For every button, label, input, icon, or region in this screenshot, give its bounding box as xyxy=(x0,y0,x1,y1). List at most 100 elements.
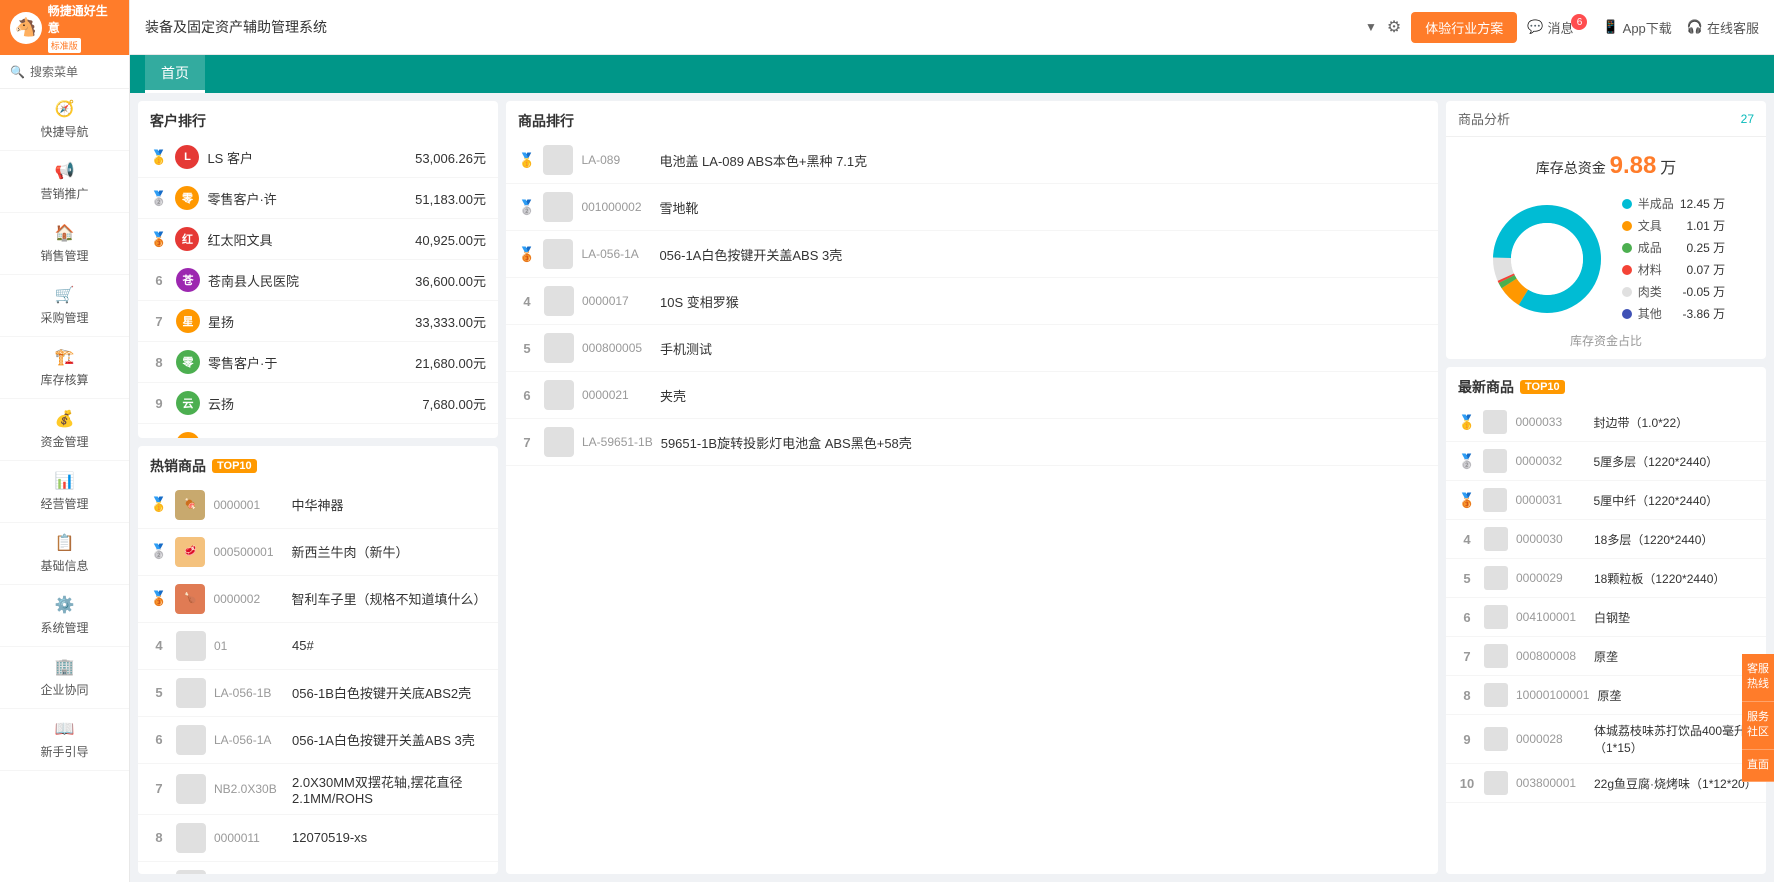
hot-medal-silver: 🥈 xyxy=(150,543,167,560)
app-download-action[interactable]: 📱 App下载 xyxy=(1602,18,1671,37)
prod-medal-bronze: 🥉 xyxy=(518,246,535,263)
hot-product-1[interactable]: 🥇 🍖 0000001 中华神器 xyxy=(138,482,498,529)
new-product-3[interactable]: 🥉 0000031 5厘中纤（1220*2440） xyxy=(1446,481,1766,520)
customer-name-1: LS 客户 xyxy=(207,148,407,167)
sidebar-item-quick-nav[interactable]: 🧭 快捷导航 xyxy=(0,89,129,151)
dropdown-icon[interactable]: ▼ xyxy=(1365,20,1377,34)
product-rank-6[interactable]: 6 0000021 夹壳 xyxy=(506,372,1438,419)
cs-direct[interactable]: 直面 xyxy=(1742,750,1774,782)
product-rank-5[interactable]: 5 000800005 手机测试 xyxy=(506,325,1438,372)
customer-rank-2[interactable]: 🥈 零 零售客户·许 51,183.00元 xyxy=(138,178,498,219)
sidebar-item-inventory[interactable]: 🏗️ 库存核算 xyxy=(0,337,129,399)
sidebar-item-marketing[interactable]: 📢 营销推广 xyxy=(0,151,129,213)
sidebar-item-guide[interactable]: 📖 新手引导 xyxy=(0,709,129,771)
hot-product-code-4: 01 xyxy=(214,639,284,653)
new-product-8[interactable]: 8 10000100001 原垄 xyxy=(1446,676,1766,715)
system-icon: ⚙️ xyxy=(55,595,75,615)
quick-nav-icon: 🧭 xyxy=(55,99,75,119)
prod-name-5: 手机测试 xyxy=(660,339,1426,358)
hot-product-code-1: 0000001 xyxy=(213,498,283,512)
sidebar-item-system[interactable]: ⚙️ 系统管理 xyxy=(0,585,129,647)
prod-name-7: 59651-1B旋转投影灯电池盒 ABS黑色+58壳 xyxy=(661,433,1426,452)
logo-text: 畅捷通好生意 标准版 xyxy=(48,2,119,53)
customer-rank-5[interactable]: 7 星 星扬 33,333.00元 xyxy=(138,301,498,342)
new-product-2[interactable]: 🥈 0000032 5厘多层（1220*2440） xyxy=(1446,442,1766,481)
sidebar-item-corp[interactable]: 🏢 企业协同 xyxy=(0,647,129,709)
legend-dot-2 xyxy=(1622,221,1632,231)
new-product-4[interactable]: 4 0000030 18多层（1220*2440） xyxy=(1446,520,1766,559)
legend-value-3: 0.25 万 xyxy=(1686,239,1725,256)
customer-avatar-7: 云 xyxy=(176,391,200,415)
hot-product-3[interactable]: 🥉 🍗 0000002 智利车子里（规格不知道填什么） xyxy=(138,576,498,623)
new-product-1[interactable]: 🥇 0000033 封边带（1.0*22） xyxy=(1446,403,1766,442)
rank-num-5: 7 xyxy=(150,314,168,329)
hot-rank-5: 5 xyxy=(150,685,168,700)
new-product-10[interactable]: 10 003800001 22g鱼豆腐·烧烤味（1*12*20） xyxy=(1446,764,1766,803)
product-rank-2[interactable]: 🥈 001000002 雪地靴 xyxy=(506,184,1438,231)
headset-icon: 🎧 xyxy=(1687,19,1703,35)
prod-code-4: 0000017 xyxy=(582,294,652,308)
new-product-9[interactable]: 9 0000028 体城荔枝味苏打饮品400毫升（1*15） xyxy=(1446,715,1766,764)
prod-img-6 xyxy=(544,380,574,410)
corp-icon: 🏢 xyxy=(55,657,75,677)
hot-product-8[interactable]: 8 0000011 12070519-xs xyxy=(138,815,498,862)
hot-product-7[interactable]: 7 NB2.0X30B 2.0X30MM双摆花轴,摆花直径2.1MM/ROHS xyxy=(138,764,498,815)
product-rank-1[interactable]: 🥇 LA-089 电池盖 LA-089 ABS本色+黑种 7.1克 xyxy=(506,137,1438,184)
legend-value-4: 0.07 万 xyxy=(1686,261,1725,278)
product-rank-3[interactable]: 🥉 LA-056-1A 056-1A白色按键开关盖ABS 3壳 xyxy=(506,231,1438,278)
new-prod-code-8: 10000100001 xyxy=(1516,688,1589,702)
new-prod-code-4: 0000030 xyxy=(1516,532,1586,546)
settings-icon[interactable]: ⚙ xyxy=(1387,17,1401,37)
product-rank-7[interactable]: 7 LA-59651-1B 59651-1B旋转投影灯电池盒 ABS黑色+58壳 xyxy=(506,419,1438,466)
prod-medal-gold: 🥇 xyxy=(518,152,535,169)
hot-product-img-9 xyxy=(176,870,206,874)
hot-product-code-3: 0000002 xyxy=(213,592,283,606)
tab-home[interactable]: 首页 xyxy=(145,55,205,93)
donut-chart xyxy=(1487,199,1607,319)
hot-product-9[interactable]: 9 KK-SD22110H 花语萌恒温分罐罐袋（厚款） xyxy=(138,862,498,874)
cs-hotline[interactable]: 客服热线 xyxy=(1742,654,1774,702)
sidebar-item-operation[interactable]: 📊 经营管理 xyxy=(0,461,129,523)
hot-product-code-8: 0000011 xyxy=(214,831,284,845)
inventory-link[interactable]: 27 xyxy=(1741,112,1754,126)
new-prod-name-7: 原垄 xyxy=(1594,648,1754,665)
customer-avatar-4: 苍 xyxy=(176,268,200,292)
hot-product-2[interactable]: 🥈 🥩 000500001 新西兰牛肉（新牛） xyxy=(138,529,498,576)
new-medal-silver: 🥈 xyxy=(1458,453,1475,470)
messages-action[interactable]: 💬 消息 6 xyxy=(1527,18,1587,37)
hot-product-6[interactable]: 6 LA-056-1A 056-1A白色按键开关盖ABS 3壳 xyxy=(138,717,498,764)
trial-button[interactable]: 体验行业方案 xyxy=(1411,12,1517,43)
search-menu-button[interactable]: 🔍 搜索菜单 xyxy=(10,63,119,80)
new-prod-code-6: 004100001 xyxy=(1516,610,1586,624)
sidebar-search[interactable]: 🔍 搜索菜单 xyxy=(0,55,129,89)
medal-gold: 🥇 xyxy=(150,149,167,166)
customer-rank-8[interactable]: 10 肖 肖总 7,563.00元 xyxy=(138,424,498,438)
cs-community[interactable]: 服务社区 xyxy=(1742,702,1774,750)
customer-rank-7[interactable]: 9 云 云扬 7,680.00元 xyxy=(138,383,498,424)
legend-value-6: -3.86 万 xyxy=(1683,305,1726,322)
customer-rank-3[interactable]: 🥉 红 红太阳文具 40,925.00元 xyxy=(138,219,498,260)
hot-product-name-8: 12070519-xs xyxy=(292,830,486,845)
hot-product-4[interactable]: 4 01 45# xyxy=(138,623,498,670)
customer-rank-6[interactable]: 8 零 零售客户·于 21,680.00元 xyxy=(138,342,498,383)
product-rank-4[interactable]: 4 0000017 10S 变相罗猴 xyxy=(506,278,1438,325)
hot-product-5[interactable]: 5 LA-056-1B 056-1B白色按键开关底ABS2壳 xyxy=(138,670,498,717)
sidebar-item-purchase[interactable]: 🛒 采购管理 xyxy=(0,275,129,337)
new-product-6[interactable]: 6 004100001 白钢垫 xyxy=(1446,598,1766,637)
customer-name-3: 红太阳文具 xyxy=(207,230,407,249)
new-prod-img-5 xyxy=(1484,566,1508,590)
sidebar-item-sales[interactable]: 🏠 销售管理 xyxy=(0,213,129,275)
customer-name-8: 肖总 xyxy=(208,435,414,438)
new-product-7[interactable]: 7 000800008 原垄 xyxy=(1446,637,1766,676)
customer-rank-4[interactable]: 6 苍 苍南县人民医院 36,600.00元 xyxy=(138,260,498,301)
hot-rank-4: 4 xyxy=(150,638,168,653)
online-service-action[interactable]: 🎧 在线客服 xyxy=(1687,18,1759,37)
customer-amount-5: 33,333.00元 xyxy=(415,312,486,331)
new-prod-img-8 xyxy=(1484,683,1508,707)
sidebar-item-basic-info[interactable]: 📋 基础信息 xyxy=(0,523,129,585)
new-product-5[interactable]: 5 0000029 18颗粒板（1220*2440） xyxy=(1446,559,1766,598)
legend-dot-5 xyxy=(1622,287,1632,297)
customer-rank-1[interactable]: 🥇 L LS 客户 53,006.26元 xyxy=(138,137,498,178)
sidebar-item-finance[interactable]: 💰 资金管理 xyxy=(0,399,129,461)
legend-label-6: 其他 xyxy=(1638,305,1677,322)
